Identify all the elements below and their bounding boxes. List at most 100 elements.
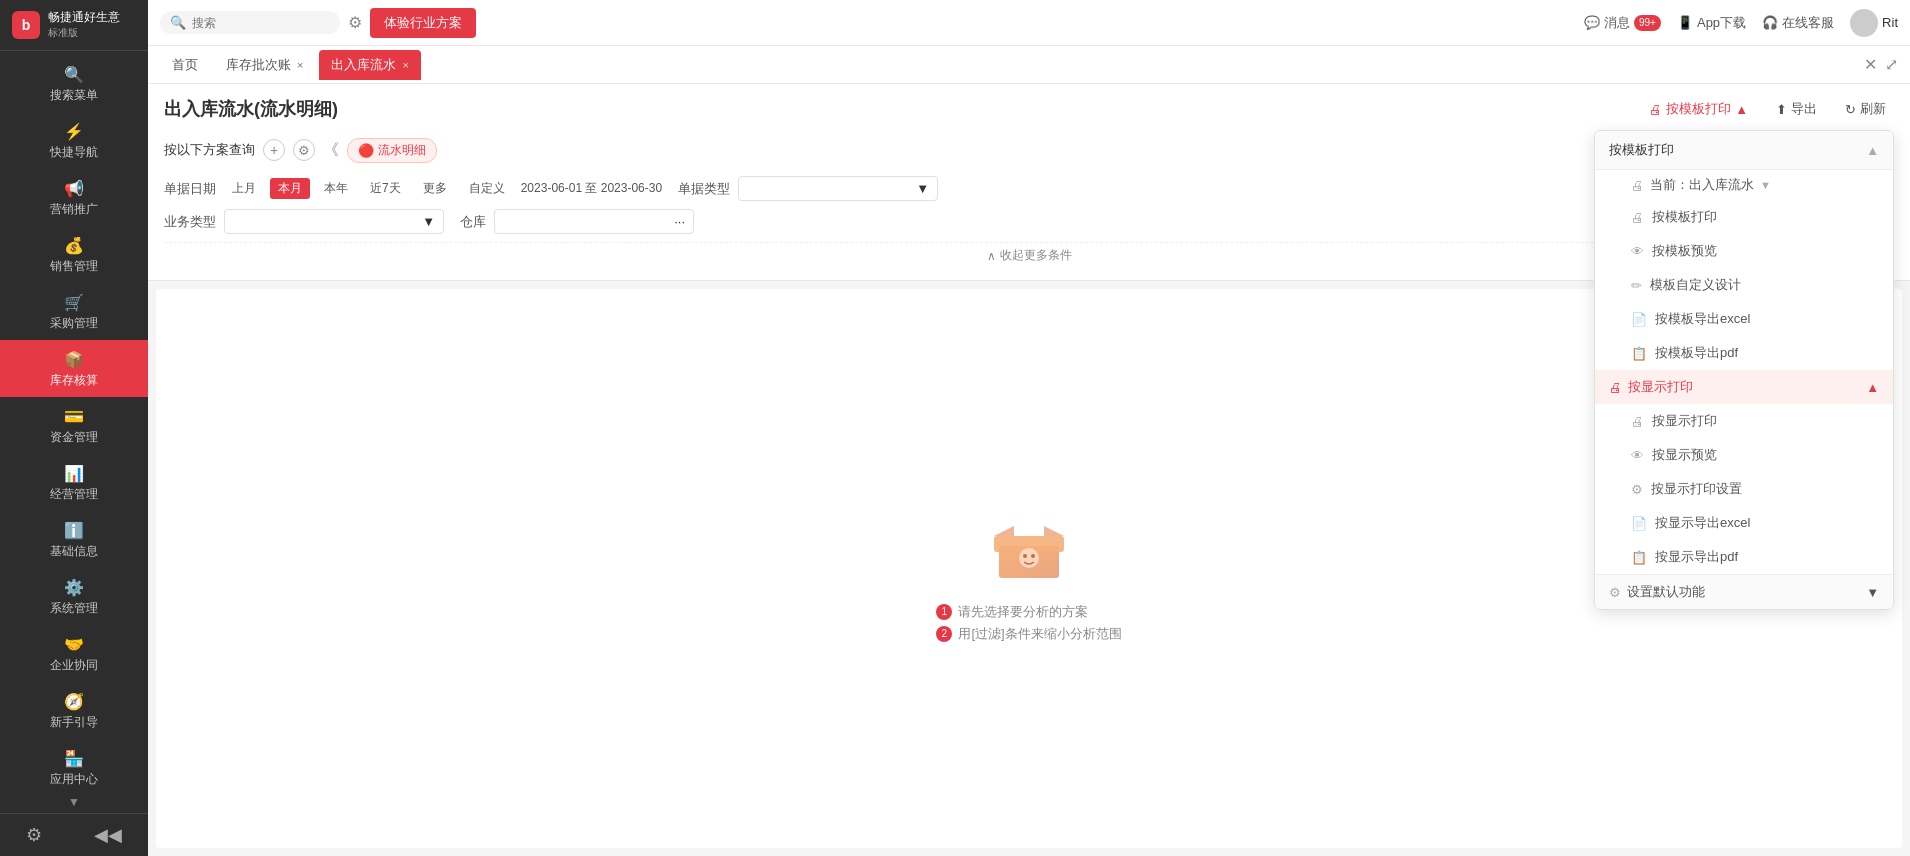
sidebar-item-app-center[interactable]: 🏪 应用中心 bbox=[0, 739, 148, 791]
sidebar-item-label: 销售管理 bbox=[50, 258, 98, 275]
sidebar-item-marketing[interactable]: 📢 营销推广 bbox=[0, 169, 148, 226]
marketing-icon: 📢 bbox=[64, 179, 84, 198]
search-add-btn[interactable]: + bbox=[263, 139, 285, 161]
system-icon: ⚙️ bbox=[64, 578, 84, 597]
close-win-icon[interactable]: ✕ bbox=[1864, 55, 1877, 74]
filter-tag: 🔴 流水明细 bbox=[347, 138, 437, 163]
template-print-item-icon: 🖨 bbox=[1631, 210, 1644, 225]
template-pdf-label: 按模板导出pdf bbox=[1655, 344, 1738, 362]
sidebar-item-base-info[interactable]: ℹ️ 基础信息 bbox=[0, 511, 148, 568]
sidebar-item-label: 采购管理 bbox=[50, 315, 98, 332]
purchase-icon: 🛒 bbox=[64, 293, 84, 312]
sidebar-item-system[interactable]: ⚙️ 系统管理 bbox=[0, 568, 148, 625]
dropdown-item-template-pdf[interactable]: 📋 按模板导出pdf bbox=[1595, 336, 1893, 370]
template-print-btn[interactable]: 🖨 按模板打印 ▲ bbox=[1641, 96, 1756, 122]
warehouse-select[interactable]: ··· bbox=[494, 209, 694, 234]
empty-step-1: 1 请先选择要分析的方案 bbox=[936, 603, 1121, 621]
dropdown-title: 按模板打印 bbox=[1609, 141, 1674, 159]
sidebar-item-operations[interactable]: 📊 经营管理 bbox=[0, 454, 148, 511]
dropdown-item-display-print[interactable]: 🖨 按显示打印 bbox=[1595, 404, 1893, 438]
dropdown-item-template-preview[interactable]: 👁 按模板预览 bbox=[1595, 234, 1893, 268]
topbar-actions: 💬 消息 99+ 📱 App下载 🎧 在线客服 Rit bbox=[1584, 9, 1898, 37]
dropdown-menu: 按模板打印 ▲ 🖨 当前：出入库流水 ▼ 🖨 按模板打印 👁 按模板预览 bbox=[1594, 130, 1894, 610]
current-icon: 🖨 bbox=[1631, 178, 1644, 193]
settings-icon[interactable]: ⚙ bbox=[26, 824, 42, 846]
sidebar-scroll[interactable]: ▼ bbox=[0, 791, 148, 813]
tab-inventory-batch-close[interactable]: × bbox=[297, 59, 303, 71]
empty-state: 1 请先选择要分析的方案 2 用[过滤]条件来缩小分析范围 bbox=[936, 491, 1121, 647]
app-download-action[interactable]: 📱 App下载 bbox=[1677, 14, 1746, 32]
template-preview-icon: 👁 bbox=[1631, 244, 1644, 259]
dropdown-item-display-print-settings[interactable]: ⚙ 按显示打印设置 bbox=[1595, 472, 1893, 506]
sidebar-item-enterprise[interactable]: 🤝 企业协同 bbox=[0, 625, 148, 682]
enterprise-icon: 🤝 bbox=[64, 635, 84, 654]
operations-icon: 📊 bbox=[64, 464, 84, 483]
biz-type-select[interactable]: ▼ bbox=[224, 209, 444, 234]
search-setting-btn[interactable]: ⚙ bbox=[293, 139, 315, 161]
dropdown-item-display-preview[interactable]: 👁 按显示预览 bbox=[1595, 438, 1893, 472]
dropdown-item-template-design[interactable]: ✏ 模板自定义设计 bbox=[1595, 268, 1893, 302]
dropdown-item-display-pdf[interactable]: 📋 按显示导出pdf bbox=[1595, 540, 1893, 574]
maximize-win-icon[interactable]: ⤢ bbox=[1885, 55, 1898, 74]
dropdown-footer[interactable]: ⚙ 设置默认功能 ▼ bbox=[1595, 574, 1893, 609]
step-2-text: 用[过滤]条件来缩小分析范围 bbox=[958, 625, 1121, 643]
base-info-icon: ℹ️ bbox=[64, 521, 84, 540]
search-collapse-btn[interactable]: 《 bbox=[323, 140, 339, 161]
svg-point-4 bbox=[1019, 548, 1039, 568]
dropdown-current-item[interactable]: 🖨 当前：出入库流水 ▼ bbox=[1595, 170, 1893, 200]
step-1-text: 请先选择要分析的方案 bbox=[958, 603, 1088, 621]
collapse-more-label: 收起更多条件 bbox=[1000, 247, 1072, 264]
page-title: 出入库流水(流水明细) bbox=[164, 97, 338, 121]
sidebar-item-label: 搜索菜单 bbox=[50, 87, 98, 104]
sidebar-item-quick-nav[interactable]: ⚡ 快捷导航 bbox=[0, 112, 148, 169]
tab-inventory-flow-close[interactable]: × bbox=[402, 59, 408, 71]
tab-home[interactable]: 首页 bbox=[160, 50, 210, 80]
tab-inventory-flow[interactable]: 出入库流水 × bbox=[319, 50, 420, 80]
online-service-action[interactable]: 🎧 在线客服 bbox=[1762, 14, 1834, 32]
dropdown-item-template-print[interactable]: 🖨 按模板打印 bbox=[1595, 200, 1893, 234]
svg-marker-2 bbox=[994, 526, 1014, 536]
topbar: 🔍 ⚙ 体验行业方案 💬 消息 99+ 📱 App下载 🎧 在线客服 Rit bbox=[148, 0, 1910, 46]
trial-btn[interactable]: 体验行业方案 bbox=[370, 8, 476, 38]
export-btn[interactable]: ⬆ 导出 bbox=[1768, 96, 1825, 122]
svg-point-6 bbox=[1031, 554, 1035, 558]
display-print-label: 按显示打印 bbox=[1652, 412, 1717, 430]
doc-type-select[interactable]: ▼ bbox=[738, 176, 938, 201]
tab-inventory-batch[interactable]: 库存批次账 × bbox=[214, 50, 315, 80]
scroll-down-icon[interactable]: ▼ bbox=[68, 795, 80, 809]
sidebar-item-sales[interactable]: 💰 销售管理 bbox=[0, 226, 148, 283]
date-options: 上月 本月 本年 近7天 更多 自定义 bbox=[224, 178, 513, 199]
topbar-search-box[interactable]: 🔍 bbox=[160, 11, 340, 34]
collapse-icon[interactable]: ◀◀ bbox=[94, 824, 122, 846]
search-input[interactable] bbox=[192, 16, 312, 30]
topbar-gear-icon[interactable]: ⚙ bbox=[348, 13, 362, 32]
display-preview-label: 按显示预览 bbox=[1652, 446, 1717, 464]
date-opt-this-year[interactable]: 本年 bbox=[316, 178, 356, 199]
sidebar-item-guide[interactable]: 🧭 新手引导 bbox=[0, 682, 148, 739]
date-opt-7days[interactable]: 近7天 bbox=[362, 178, 409, 199]
sidebar-item-label: 基础信息 bbox=[50, 543, 98, 560]
sidebar-item-finance[interactable]: 💳 资金管理 bbox=[0, 397, 148, 454]
dropdown-up-icon[interactable]: ▲ bbox=[1866, 143, 1879, 158]
sidebar-item-search-menu[interactable]: 🔍 搜索菜单 bbox=[0, 55, 148, 112]
collapse-up-icon: ∧ bbox=[987, 249, 996, 263]
dropdown-item-display-excel[interactable]: 📄 按显示导出excel bbox=[1595, 506, 1893, 540]
display-pdf-label: 按显示导出pdf bbox=[1655, 548, 1738, 566]
sidebar-item-purchase[interactable]: 🛒 采购管理 bbox=[0, 283, 148, 340]
empty-step-2: 2 用[过滤]条件来缩小分析范围 bbox=[936, 625, 1121, 643]
date-opt-this-month[interactable]: 本月 bbox=[270, 178, 310, 199]
sidebar-item-label: 企业协同 bbox=[50, 657, 98, 674]
refresh-btn[interactable]: ↻ 刷新 bbox=[1837, 96, 1894, 122]
user-profile[interactable]: Rit bbox=[1850, 9, 1898, 37]
dropdown-header: 按模板打印 ▲ bbox=[1595, 131, 1893, 170]
sidebar-item-inventory[interactable]: 📦 库存核算 bbox=[0, 340, 148, 397]
dropdown-item-template-excel[interactable]: 📄 按模板导出excel bbox=[1595, 302, 1893, 336]
date-opt-more[interactable]: 更多 bbox=[415, 178, 455, 199]
tab-inventory-batch-label: 库存批次账 bbox=[226, 56, 291, 74]
dropdown-section-display[interactable]: 🖨 按显示打印 ▲ bbox=[1595, 370, 1893, 404]
date-opt-custom[interactable]: 自定义 bbox=[461, 178, 513, 199]
display-settings-icon: ⚙ bbox=[1631, 482, 1643, 497]
date-opt-last-month[interactable]: 上月 bbox=[224, 178, 264, 199]
message-action[interactable]: 💬 消息 99+ bbox=[1584, 14, 1661, 32]
sidebar-item-label: 库存核算 bbox=[50, 372, 98, 389]
